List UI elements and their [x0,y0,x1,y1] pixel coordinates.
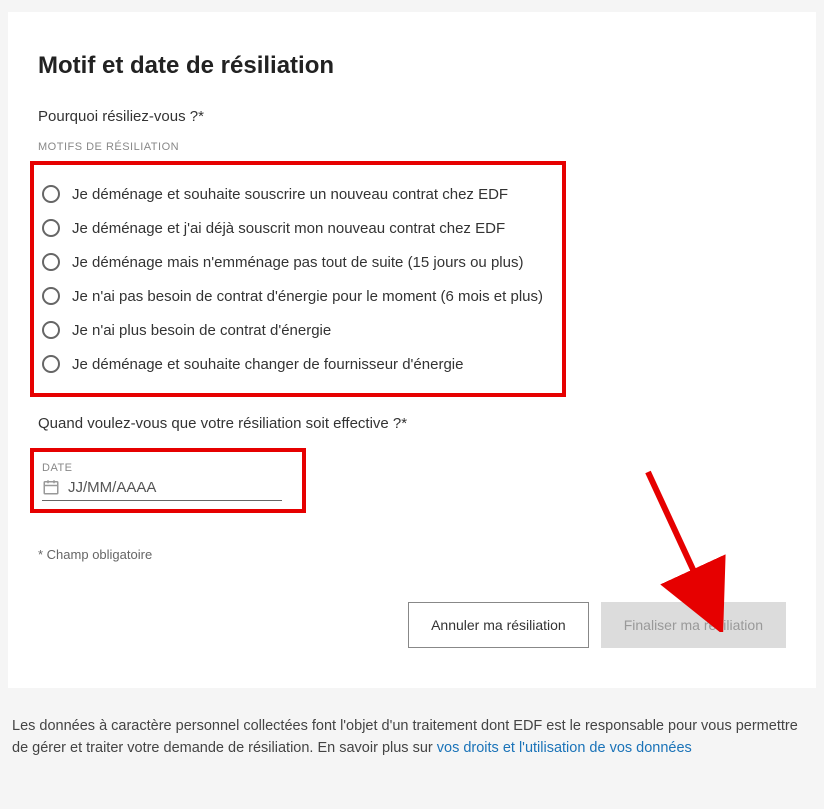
radio-icon [42,219,60,237]
privacy-link[interactable]: vos droits et l'utilisation de vos donné… [437,740,692,756]
radio-label: Je déménage et j'ai déjà souscrit mon no… [72,220,505,237]
radio-icon [42,355,60,373]
cancel-button[interactable]: Annuler ma résiliation [408,602,589,648]
required-note: * Champ obligatoire [38,547,786,562]
radio-icon [42,287,60,305]
finalize-button[interactable]: Finaliser ma résiliation [601,602,786,648]
radio-label: Je déménage mais n'emménage pas tout de … [72,254,523,271]
radio-label: Je déménage et souhaite souscrire un nou… [72,186,508,203]
radio-label: Je déménage et souhaite changer de fourn… [72,356,463,373]
date-input[interactable] [68,479,282,496]
radio-option[interactable]: Je déménage mais n'emménage pas tout de … [42,245,554,279]
radio-option[interactable]: Je déménage et j'ai déjà souscrit mon no… [42,211,554,245]
radio-option[interactable]: Je n'ai pas besoin de contrat d'énergie … [42,279,554,313]
calendar-icon [42,478,60,496]
button-row: Annuler ma résiliation Finaliser ma rési… [38,602,786,648]
form-card: Motif et date de résiliation Pourquoi ré… [8,12,816,688]
question-reason: Pourquoi résiliez-vous ?* [38,108,786,125]
radio-label: Je n'ai pas besoin de contrat d'énergie … [72,288,543,305]
date-label: DATE [42,462,294,474]
date-input-row[interactable] [42,478,282,501]
date-highlight: DATE [30,448,306,513]
radio-label: Je n'ai plus besoin de contrat d'énergie [72,322,331,339]
date-field: DATE [42,462,294,501]
radio-option[interactable]: Je déménage et souhaite changer de fourn… [42,347,554,381]
radio-icon [42,253,60,271]
radio-option[interactable]: Je n'ai plus besoin de contrat d'énergie [42,313,554,347]
question-date: Quand voulez-vous que votre résiliation … [38,415,786,432]
privacy-footer: Les données à caractère personnel collec… [0,688,824,780]
motifs-highlight: Je déménage et souhaite souscrire un nou… [30,161,566,397]
radio-option[interactable]: Je déménage et souhaite souscrire un nou… [42,177,554,211]
radio-icon [42,321,60,339]
motifs-label: MOTIFS DE RÉSILIATION [38,141,786,153]
page-title: Motif et date de résiliation [38,52,786,80]
radio-icon [42,185,60,203]
